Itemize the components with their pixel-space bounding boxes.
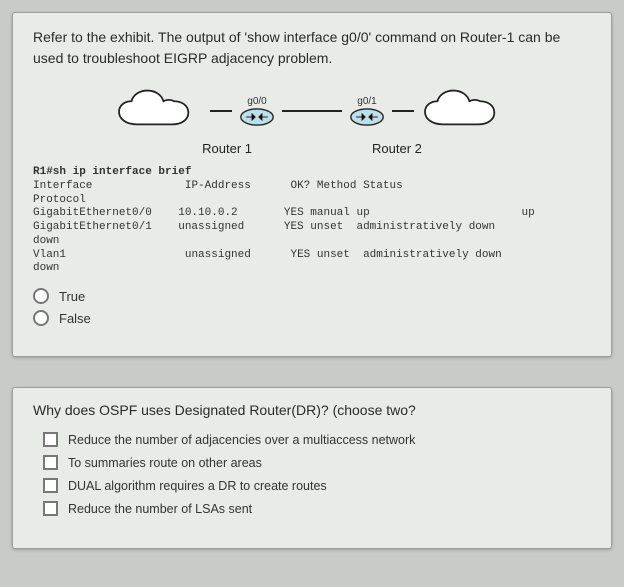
- network-diagram: g0/0 g0/1: [33, 87, 591, 135]
- option-false[interactable]: False: [33, 310, 591, 326]
- link-segment: [210, 110, 232, 112]
- q2-option-3[interactable]: Reduce the number of LSAs sent: [43, 501, 591, 516]
- cli-output: R1#sh ip interface brief Interface IP-Ad…: [33, 166, 591, 276]
- router-2-icon: [349, 107, 385, 127]
- link-segment: [392, 110, 414, 112]
- cli-row-2-ip: unassigned: [185, 249, 251, 261]
- cli-row-1-proto: down: [33, 235, 59, 247]
- interface-right-block: g0/1: [348, 96, 386, 127]
- cli-row-0-proto: up: [522, 207, 535, 219]
- checkbox-icon: [43, 455, 58, 470]
- q2-option-1-label: To summaries route on other areas: [68, 456, 262, 470]
- cloud-left-icon: [114, 87, 204, 135]
- router-2-label: Router 2: [372, 141, 422, 156]
- cli-row-1-ip: unassigned: [178, 221, 244, 233]
- cli-row-0-intf: GigabitEthernet0/0: [33, 207, 152, 219]
- cli-command: R1#sh ip interface brief: [33, 166, 191, 178]
- option-true[interactable]: True: [33, 288, 591, 304]
- router-1-icon: [239, 107, 275, 127]
- q2-option-2-label: DUAL algorithm requires a DR to create r…: [68, 479, 327, 493]
- question-1-text: Refer to the exhibit. The output of 'sho…: [33, 27, 591, 69]
- radio-icon: [33, 288, 49, 304]
- cli-col-interface: Interface: [33, 180, 92, 192]
- cli-row-2-status: YES unset administratively down: [290, 249, 501, 261]
- cli-row-1-status: YES unset administratively down: [284, 221, 495, 233]
- cli-row-2-intf: Vlan1: [33, 249, 66, 261]
- radio-icon: [33, 310, 49, 326]
- q1-options: True False: [33, 288, 591, 326]
- q2-option-2[interactable]: DUAL algorithm requires a DR to create r…: [43, 478, 591, 493]
- checkbox-icon: [43, 432, 58, 447]
- cli-col-proto: Protocol: [33, 194, 86, 206]
- q2-options: Reduce the number of adjacencies over a …: [33, 432, 591, 516]
- checkbox-icon: [43, 501, 58, 516]
- interface-right-label: g0/1: [357, 96, 376, 107]
- cloud-right-icon: [420, 87, 510, 135]
- option-false-label: False: [59, 311, 91, 326]
- cli-row-0-status: YES manual up: [284, 207, 370, 219]
- q2-option-3-label: Reduce the number of LSAs sent: [68, 502, 252, 516]
- option-true-label: True: [59, 289, 85, 304]
- checkbox-icon: [43, 478, 58, 493]
- link-segment: [282, 110, 342, 112]
- cli-col-ip: IP-Address: [185, 180, 251, 192]
- interface-left-block: g0/0: [238, 96, 276, 127]
- cli-row-2-proto: down: [33, 262, 59, 274]
- q2-option-0-label: Reduce the number of adjacencies over a …: [68, 433, 415, 447]
- question-1-card: Refer to the exhibit. The output of 'sho…: [12, 12, 612, 357]
- q2-option-1[interactable]: To summaries route on other areas: [43, 455, 591, 470]
- cli-row-1-intf: GigabitEthernet0/1: [33, 221, 152, 233]
- q2-option-0[interactable]: Reduce the number of adjacencies over a …: [43, 432, 591, 447]
- question-2-card: Why does OSPF uses Designated Router(DR)…: [12, 387, 612, 549]
- router-labels-row: Router 1 Router 2: [33, 141, 591, 156]
- router-1-label: Router 1: [202, 141, 252, 156]
- interface-left-label: g0/0: [247, 96, 266, 107]
- question-2-text: Why does OSPF uses Designated Router(DR)…: [33, 402, 591, 418]
- cli-col-ok: OK? Method Status: [290, 180, 402, 192]
- cli-row-0-ip: 10.10.0.2: [178, 207, 237, 219]
